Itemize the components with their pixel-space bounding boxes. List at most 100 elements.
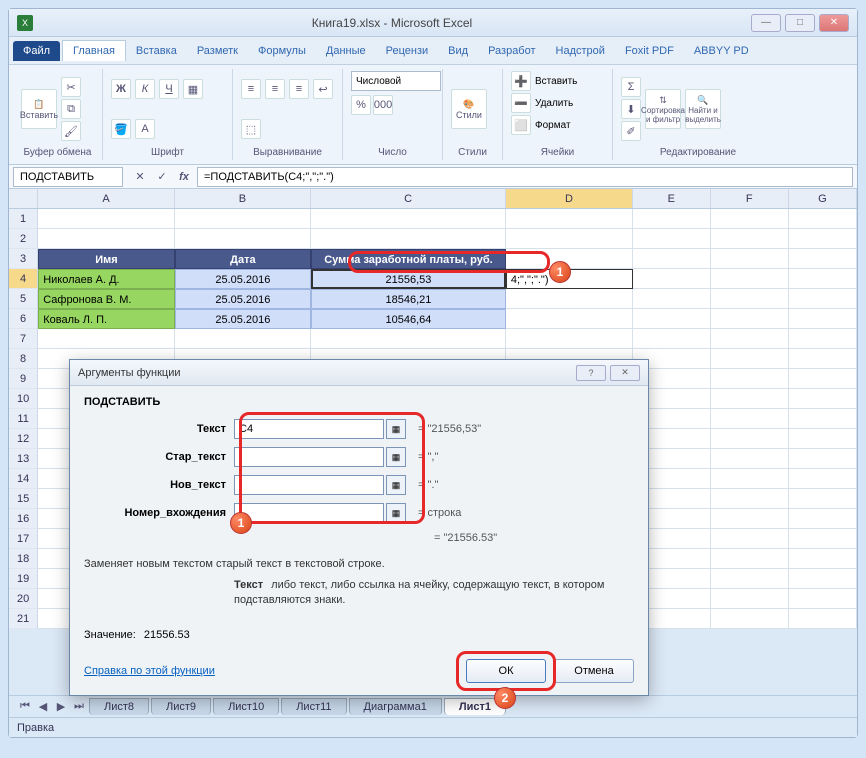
sheet-tab-Лист10[interactable]: Лист10 xyxy=(213,698,279,715)
cell-D7[interactable] xyxy=(506,329,633,349)
row-header-7[interactable]: 7 xyxy=(9,329,38,349)
cell-C3[interactable]: Сумма заработной платы, руб. xyxy=(311,249,506,269)
sheet-nav-first[interactable]: ⏮ xyxy=(17,699,33,715)
enter-formula-icon[interactable]: ✓ xyxy=(153,168,171,186)
maximize-button[interactable]: □ xyxy=(785,14,815,32)
cell-E4[interactable] xyxy=(633,269,711,289)
fill-icon[interactable]: ⬇ xyxy=(621,99,641,119)
cell-F19[interactable] xyxy=(711,569,789,589)
cell-G14[interactable] xyxy=(789,469,857,489)
arg-input-0[interactable] xyxy=(234,419,384,439)
cell-G20[interactable] xyxy=(789,589,857,609)
autosum-icon[interactable]: Σ xyxy=(621,77,641,97)
cell-A2[interactable] xyxy=(38,229,174,249)
cell-F4[interactable] xyxy=(711,269,789,289)
cell-B7[interactable] xyxy=(175,329,311,349)
insert-cells-icon[interactable]: ➕ xyxy=(511,71,531,91)
cell-G21[interactable] xyxy=(789,609,857,629)
col-header-F[interactable]: F xyxy=(711,189,789,208)
col-header-A[interactable]: A xyxy=(38,189,174,208)
cell-G19[interactable] xyxy=(789,569,857,589)
wrap-icon[interactable]: ↩ xyxy=(313,79,333,99)
col-header-G[interactable]: G xyxy=(789,189,857,208)
dialog-close-button[interactable]: ✕ xyxy=(610,365,640,381)
row-header-10[interactable]: 10 xyxy=(9,389,38,409)
cancel-formula-icon[interactable]: ✕ xyxy=(131,168,149,186)
cell-G12[interactable] xyxy=(789,429,857,449)
row-header-16[interactable]: 16 xyxy=(9,509,38,529)
cell-G9[interactable] xyxy=(789,369,857,389)
cell-G10[interactable] xyxy=(789,389,857,409)
cell-D6[interactable] xyxy=(506,309,633,329)
cell-A1[interactable] xyxy=(38,209,174,229)
cell-A3[interactable]: Имя xyxy=(38,249,174,269)
delete-cells-icon[interactable]: ➖ xyxy=(511,93,531,113)
cell-A6[interactable]: Коваль Л. П. xyxy=(38,309,174,329)
sheet-nav-next[interactable]: ▶ xyxy=(53,699,69,715)
cell-G8[interactable] xyxy=(789,349,857,369)
name-box[interactable] xyxy=(13,167,123,187)
row-header-12[interactable]: 12 xyxy=(9,429,38,449)
col-header-B[interactable]: B xyxy=(175,189,311,208)
tab-foxit[interactable]: Foxit PDF xyxy=(615,41,684,61)
arg-ref-button-3[interactable]: ▦ xyxy=(386,503,406,523)
bold-icon[interactable]: Ж xyxy=(111,79,131,99)
cell-E2[interactable] xyxy=(633,229,711,249)
cell-F10[interactable] xyxy=(711,389,789,409)
tab-home[interactable]: Главная xyxy=(62,40,126,61)
cell-B5[interactable]: 25.05.2016 xyxy=(175,289,311,309)
cell-F17[interactable] xyxy=(711,529,789,549)
cell-C6[interactable]: 10546,64 xyxy=(311,309,506,329)
col-header-D[interactable]: D xyxy=(506,189,633,208)
cell-A4[interactable]: Николаев А. Д. xyxy=(38,269,174,289)
sort-filter-button[interactable]: ⇅Сортировка и фильтр xyxy=(645,89,681,129)
cell-G15[interactable] xyxy=(789,489,857,509)
cell-G18[interactable] xyxy=(789,549,857,569)
cell-E6[interactable] xyxy=(633,309,711,329)
tab-developer[interactable]: Разработ xyxy=(478,41,545,61)
cell-G6[interactable] xyxy=(789,309,857,329)
tab-data[interactable]: Данные xyxy=(316,41,376,61)
minimize-button[interactable]: — xyxy=(751,14,781,32)
cell-G13[interactable] xyxy=(789,449,857,469)
cell-G2[interactable] xyxy=(789,229,857,249)
arg-input-3[interactable] xyxy=(234,503,384,523)
cell-C4[interactable]: 21556,53 xyxy=(311,269,506,289)
tab-abbyy[interactable]: ABBYY PD xyxy=(684,41,759,61)
row-header-1[interactable]: 1 xyxy=(9,209,38,229)
formula-input[interactable] xyxy=(197,167,853,187)
cell-F7[interactable] xyxy=(711,329,789,349)
cell-F2[interactable] xyxy=(711,229,789,249)
row-header-5[interactable]: 5 xyxy=(9,289,38,309)
tab-file[interactable]: Файл xyxy=(13,41,60,61)
close-button[interactable]: ✕ xyxy=(819,14,849,32)
underline-icon[interactable]: Ч xyxy=(159,79,179,99)
cell-F13[interactable] xyxy=(711,449,789,469)
cell-B3[interactable]: Дата xyxy=(175,249,311,269)
cell-G17[interactable] xyxy=(789,529,857,549)
cell-C5[interactable]: 18546,21 xyxy=(311,289,506,309)
styles-button[interactable]: 🎨Стили xyxy=(451,89,487,129)
cell-D2[interactable] xyxy=(506,229,633,249)
cell-G5[interactable] xyxy=(789,289,857,309)
cell-F14[interactable] xyxy=(711,469,789,489)
arg-input-1[interactable] xyxy=(234,447,384,467)
sheet-nav-last[interactable]: ⏭ xyxy=(71,699,87,715)
cell-C7[interactable] xyxy=(311,329,506,349)
cell-D1[interactable] xyxy=(506,209,633,229)
row-header-21[interactable]: 21 xyxy=(9,609,38,629)
row-header-4[interactable]: 4 xyxy=(9,269,38,289)
row-header-2[interactable]: 2 xyxy=(9,229,38,249)
arg-ref-button-2[interactable]: ▦ xyxy=(386,475,406,495)
format-painter-icon[interactable]: 🖌 xyxy=(61,121,81,141)
cell-E1[interactable] xyxy=(633,209,711,229)
cell-F8[interactable] xyxy=(711,349,789,369)
row-header-8[interactable]: 8 xyxy=(9,349,38,369)
cell-F12[interactable] xyxy=(711,429,789,449)
sheet-tab-Диаграмма1[interactable]: Диаграмма1 xyxy=(349,698,442,715)
cell-B4[interactable]: 25.05.2016 xyxy=(175,269,311,289)
cell-F6[interactable] xyxy=(711,309,789,329)
cell-E5[interactable] xyxy=(633,289,711,309)
row-header-19[interactable]: 19 xyxy=(9,569,38,589)
format-cells-icon[interactable]: ⬜ xyxy=(511,115,531,135)
